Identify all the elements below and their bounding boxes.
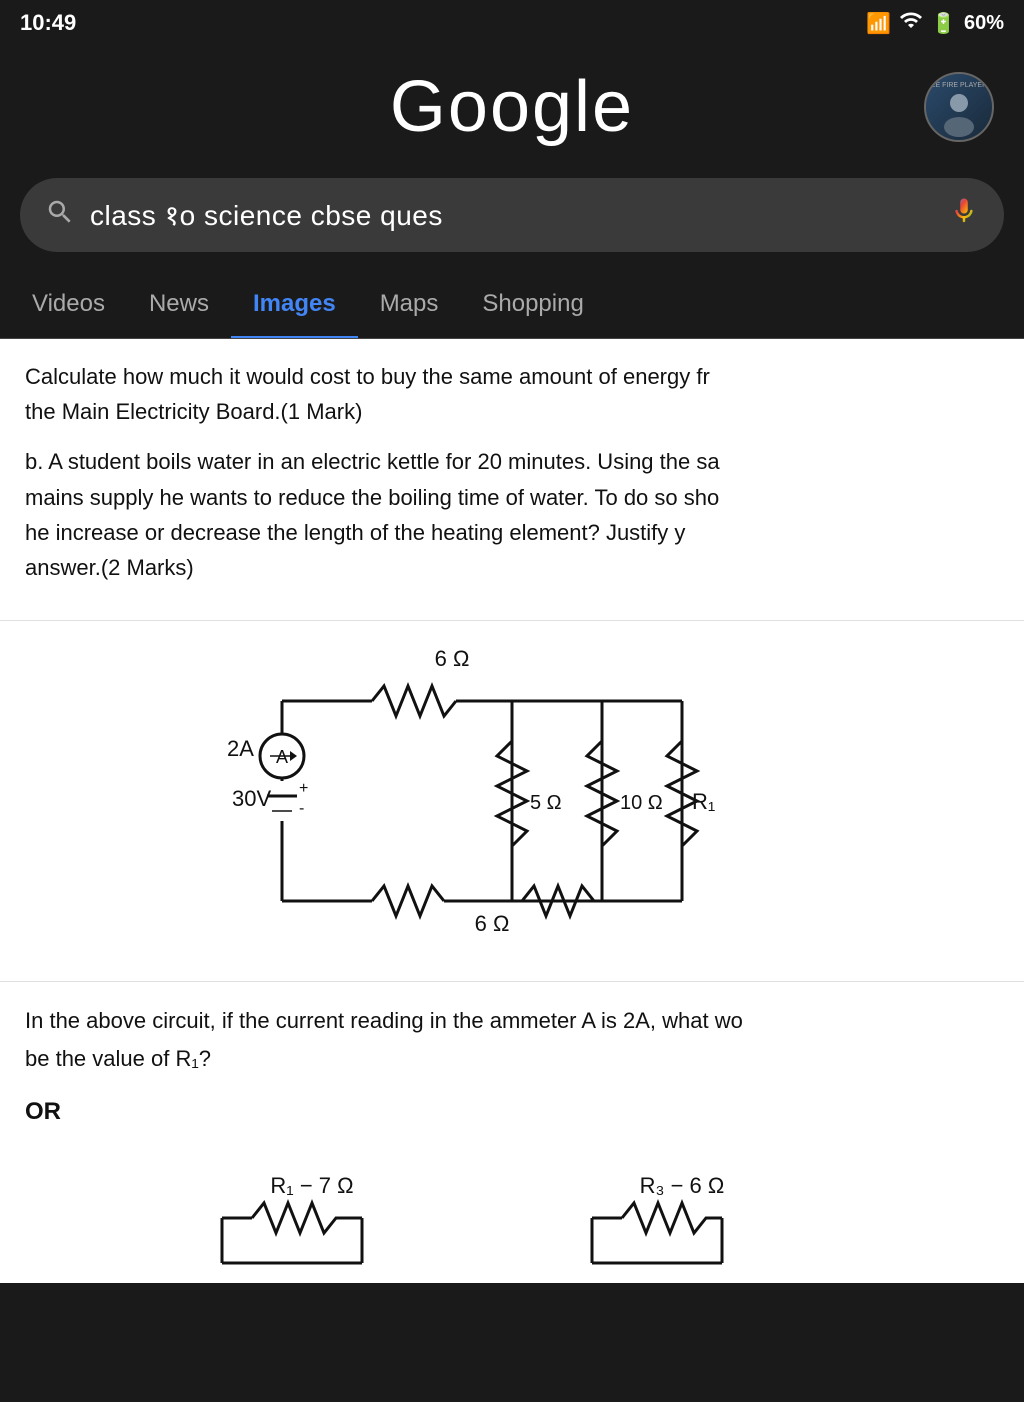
search-bar[interactable]: class १o science cbse ques [20, 178, 1004, 252]
svg-text:6 Ω: 6 Ω [475, 911, 510, 936]
svg-text:2A: 2A [227, 736, 254, 761]
status-icons: 📶 🔋 60% [866, 8, 1004, 38]
lower-text-line2: be the value of R₁? [25, 1040, 999, 1077]
google-header: Google EE FIRE PLAYER [0, 46, 1024, 168]
nav-tabs: Videos News Images Maps Shopping [0, 272, 1024, 339]
question-a-line1: Calculate how much it would cost to buy … [25, 364, 710, 389]
svg-text:R₁ − 7 Ω: R₁ − 7 Ω [270, 1173, 353, 1198]
tab-shopping[interactable]: Shopping [460, 272, 605, 339]
mic-icon[interactable] [949, 196, 979, 234]
google-logo: Google [390, 66, 634, 148]
svg-text:R₃ − 6 Ω: R₃ − 6 Ω [640, 1173, 725, 1198]
status-bar: 10:49 📶 🔋 60% [0, 0, 1024, 46]
question-b-line4: answer.(2 Marks) [25, 555, 194, 580]
svg-text:A: A [276, 747, 288, 767]
svg-text:-: - [299, 800, 304, 817]
tab-maps[interactable]: Maps [358, 272, 461, 339]
status-time: 10:49 [20, 10, 76, 36]
tab-images[interactable]: Images [231, 272, 358, 339]
svg-text:6 Ω: 6 Ω [435, 646, 470, 671]
content-area: Calculate how much it would cost to buy … [0, 339, 1024, 1283]
circuit-diagram: 6 Ω 6 Ω [0, 621, 1024, 982]
question-text-block: Calculate how much it would cost to buy … [0, 339, 1024, 621]
svg-text:5 Ω: 5 Ω [530, 792, 562, 814]
tab-news[interactable]: News [127, 272, 231, 339]
tab-videos[interactable]: Videos [10, 272, 127, 339]
svg-text:10 Ω: 10 Ω [620, 792, 663, 814]
search-query[interactable]: class १o science cbse ques [90, 196, 934, 234]
svg-text:+: + [299, 780, 308, 797]
question-b-line1: b. A student boils water in an electric … [25, 449, 720, 474]
or-label: OR [25, 1092, 999, 1133]
question-b: b. A student boils water in an electric … [25, 444, 999, 585]
wifi-icon [899, 8, 923, 38]
signal-icon: 📶 [866, 11, 891, 36]
profile-avatar[interactable]: EE FIRE PLAYER [924, 72, 994, 142]
lower-text: In the above circuit, if the current rea… [0, 982, 1024, 1153]
search-bar-container: class १o science cbse ques [0, 168, 1024, 272]
question-a-line2: the Main Electricity Board.(1 Mark) [25, 399, 362, 424]
question-b-line2: mains supply he wants to reduce the boil… [25, 485, 719, 510]
lower-text-line1: In the above circuit, if the current rea… [25, 1002, 999, 1039]
search-icon [45, 197, 75, 234]
avatar-label: EE FIRE PLAYER [931, 82, 987, 90]
svg-text:30V: 30V [232, 786, 271, 811]
question-b-line3: he increase or decrease the length of th… [25, 520, 685, 545]
r1-r3-circuit: R₁ − 7 Ω R₃ − 6 Ω [0, 1153, 1024, 1283]
battery-icon: 🔋 [931, 11, 956, 36]
battery-percent: 60% [964, 12, 1004, 35]
question-a: Calculate how much it would cost to buy … [25, 359, 999, 429]
